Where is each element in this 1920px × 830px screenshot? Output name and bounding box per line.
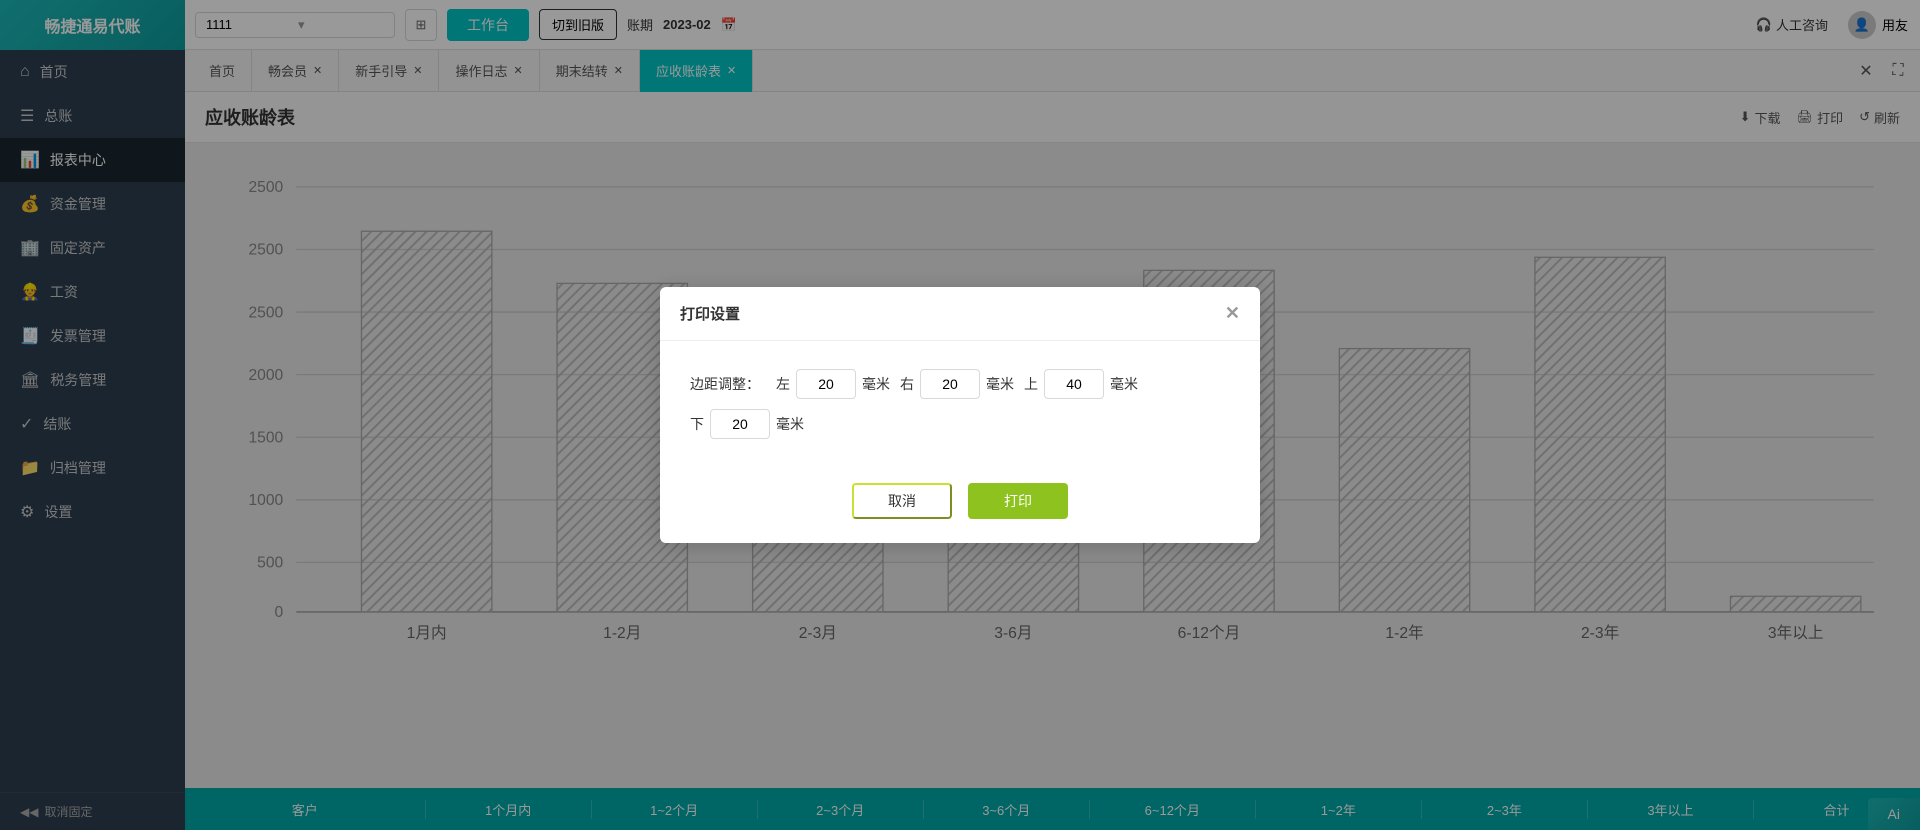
top-margin-group: 上 毫米	[1024, 369, 1138, 399]
right-margin-input[interactable]	[920, 369, 980, 399]
margin-row: 边距调整： 左 毫米 右 毫米 上 毫米 下	[690, 369, 1230, 439]
close-dialog-button[interactable]: ✕	[1225, 303, 1240, 324]
right-unit: 毫米	[986, 374, 1014, 394]
left-unit: 毫米	[862, 374, 890, 394]
margin-label: 边距调整：	[690, 374, 760, 394]
left-margin-group: 左 毫米	[776, 369, 890, 399]
print-dialog: 打印设置 ✕ 边距调整： 左 毫米 右 毫米 上 毫米	[660, 287, 1260, 543]
bottom-margin-input[interactable]	[710, 409, 770, 439]
left-label: 左	[776, 374, 790, 394]
confirm-print-button[interactable]: 打印	[968, 483, 1068, 519]
bottom-label: 下	[690, 414, 704, 434]
top-unit: 毫米	[1110, 374, 1138, 394]
top-label: 上	[1024, 374, 1038, 394]
left-margin-input[interactable]	[796, 369, 856, 399]
right-margin-group: 右 毫米	[900, 369, 1014, 399]
right-label: 右	[900, 374, 914, 394]
modal-footer: 取消 打印	[660, 467, 1260, 543]
top-margin-input[interactable]	[1044, 369, 1104, 399]
bottom-margin-group: 下 毫米	[690, 409, 804, 439]
modal-body: 边距调整： 左 毫米 右 毫米 上 毫米 下	[660, 341, 1260, 467]
dialog-title: 打印设置	[680, 303, 740, 324]
modal-header: 打印设置 ✕	[660, 287, 1260, 341]
cancel-button[interactable]: 取消	[852, 483, 952, 519]
bottom-unit: 毫米	[776, 414, 804, 434]
modal-overlay: 打印设置 ✕ 边距调整： 左 毫米 右 毫米 上 毫米	[0, 0, 1920, 830]
